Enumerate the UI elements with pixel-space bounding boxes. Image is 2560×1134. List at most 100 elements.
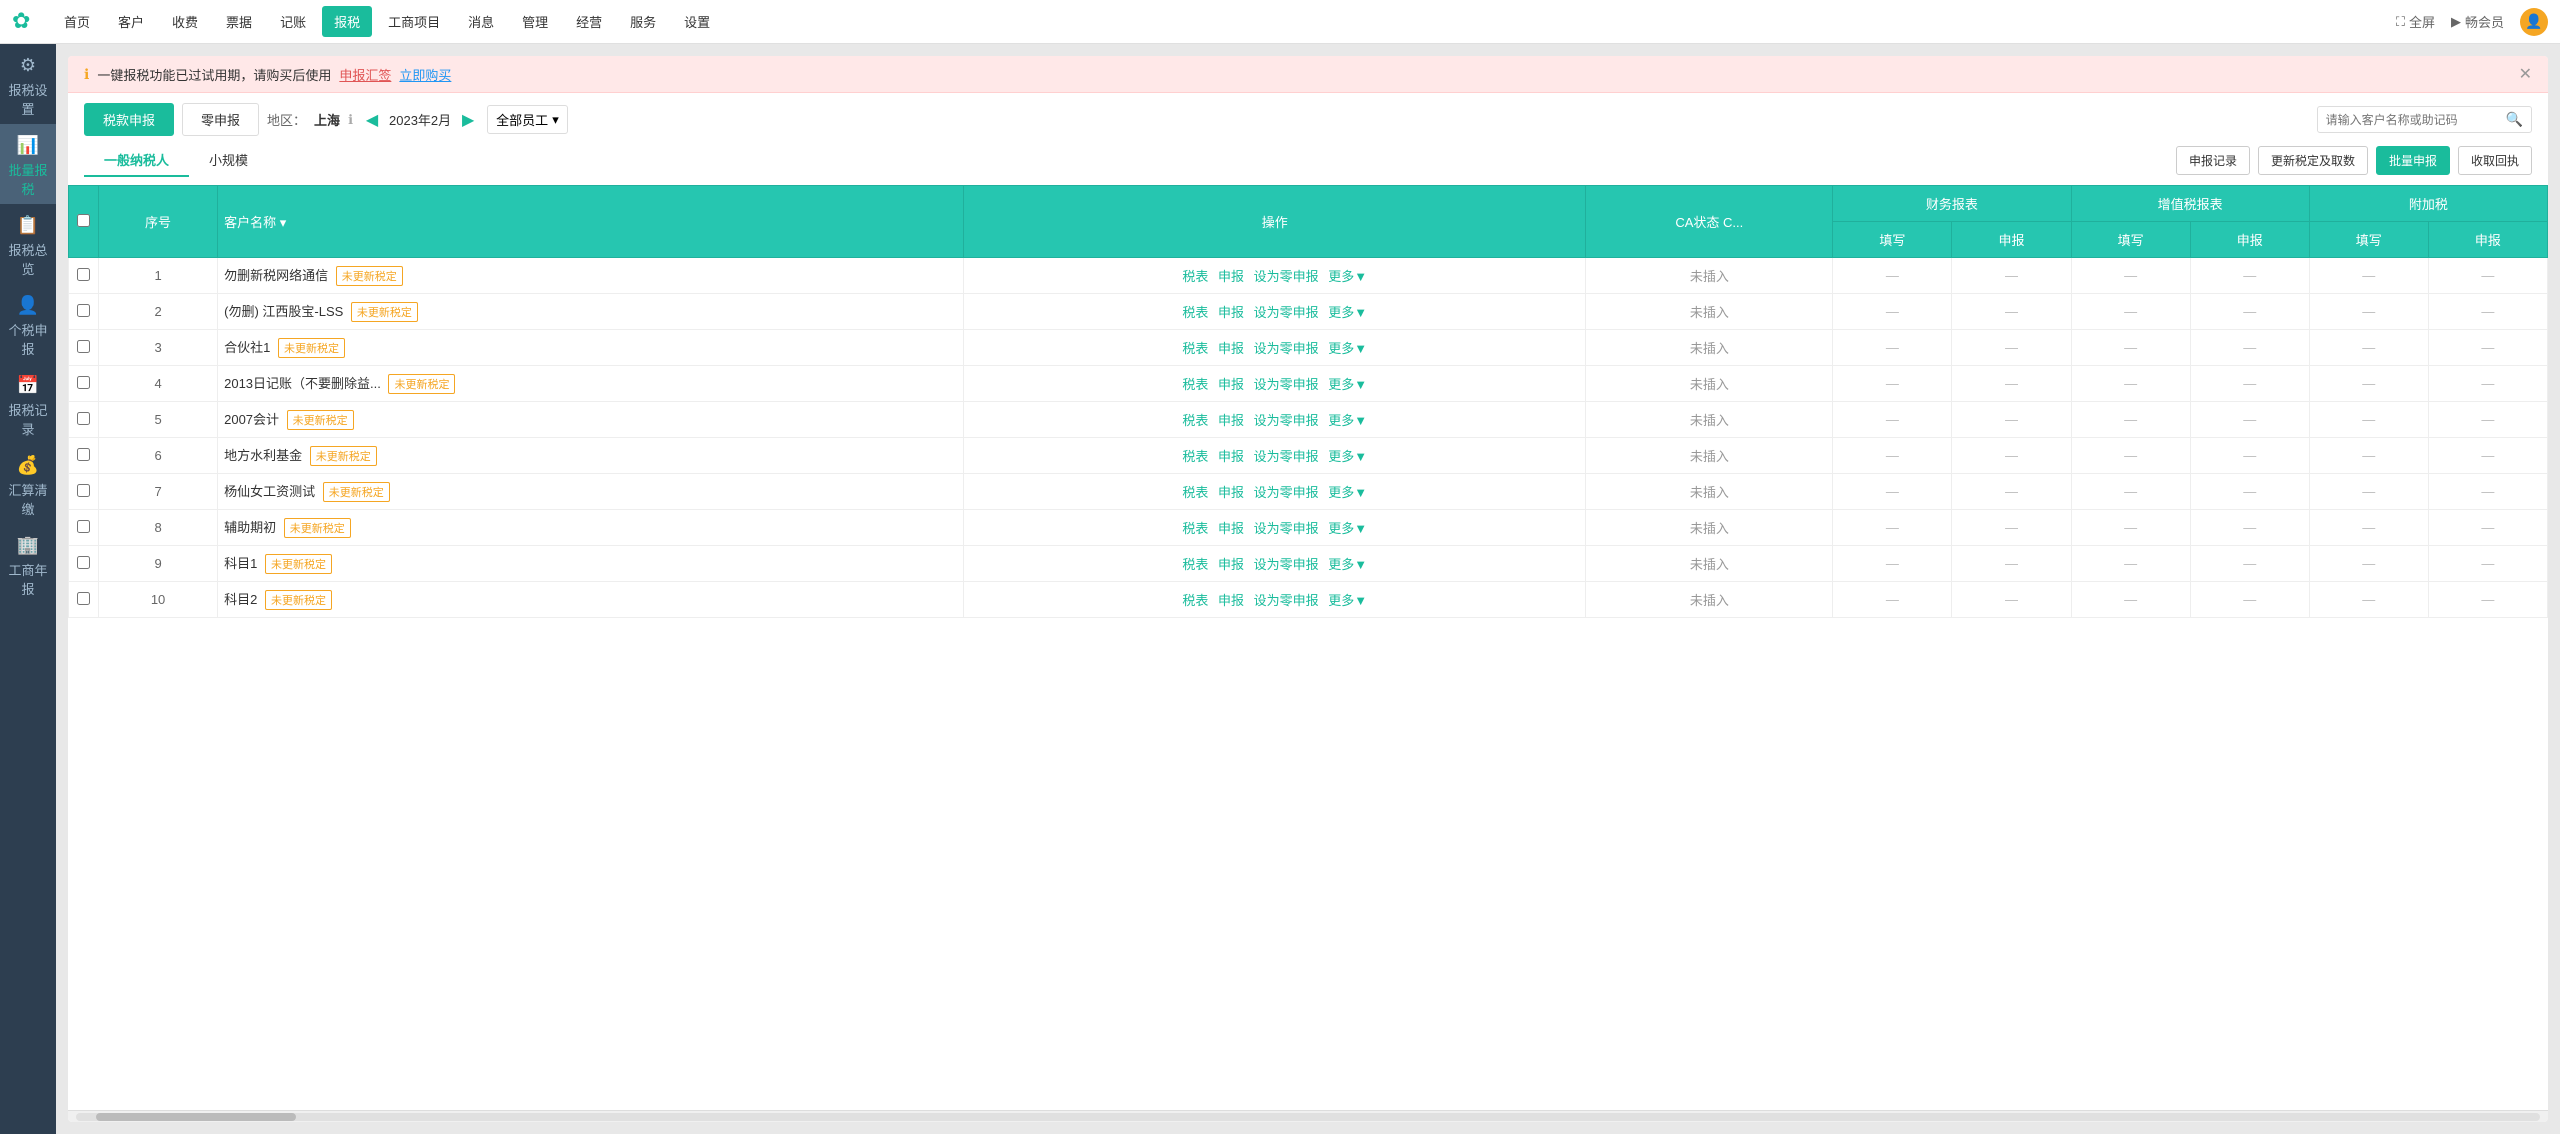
next-month-button[interactable]: ▶ [457,109,479,131]
op-zero-apply[interactable]: 设为零申报 [1254,485,1319,500]
op-apply[interactable]: 申报 [1218,485,1244,500]
nav-message[interactable]: 消息 [456,6,506,37]
op-tax-table[interactable]: 税表 [1182,593,1208,608]
op-tax-table[interactable]: 税表 [1182,413,1208,428]
tab-tax-apply[interactable]: 税款申报 [84,103,174,136]
op-apply[interactable]: 申报 [1218,593,1244,608]
row-checkbox[interactable] [77,376,90,389]
op-zero-apply[interactable]: 设为零申报 [1254,377,1319,392]
search-button[interactable]: 🔍 [2498,107,2531,132]
nav-invoice[interactable]: 票据 [214,6,264,37]
sidebar-item-personal-tax[interactable]: 👤 个税申报 [0,284,56,364]
row-checkbox-cell[interactable] [69,510,99,546]
op-more[interactable]: 更多▼ [1328,557,1367,572]
op-zero-apply[interactable]: 设为零申报 [1254,449,1319,464]
op-apply[interactable]: 申报 [1218,449,1244,464]
op-more[interactable]: 更多▼ [1328,341,1367,356]
sidebar-item-tax-overview[interactable]: 📋 报税总览 [0,204,56,284]
row-checkbox[interactable] [77,484,90,497]
op-apply[interactable]: 申报 [1218,521,1244,536]
subtab-general-taxpayer[interactable]: 一般纳税人 [84,144,189,177]
member-button[interactable]: ▶ 畅会员 [2451,12,2504,31]
op-tax-table[interactable]: 税表 [1182,377,1208,392]
row-checkbox[interactable] [77,268,90,281]
op-more[interactable]: 更多▼ [1328,449,1367,464]
op-zero-apply[interactable]: 设为零申报 [1254,521,1319,536]
op-apply[interactable]: 申报 [1218,305,1244,320]
op-tax-table[interactable]: 税表 [1182,305,1208,320]
subtab-small-scale[interactable]: 小规模 [189,144,268,177]
nav-bookkeeping[interactable]: 记账 [268,6,318,37]
op-more[interactable]: 更多▼ [1328,413,1367,428]
row-checkbox-cell[interactable] [69,258,99,294]
row-checkbox-cell[interactable] [69,438,99,474]
sidebar-item-settlement[interactable]: 💰 汇算清缴 [0,444,56,524]
row-checkbox-cell[interactable] [69,366,99,402]
op-apply[interactable]: 申报 [1218,269,1244,284]
row-checkbox[interactable] [77,304,90,317]
op-zero-apply[interactable]: 设为零申报 [1254,593,1319,608]
tab-zero-apply[interactable]: 零申报 [182,103,259,136]
row-checkbox-cell[interactable] [69,474,99,510]
nav-service[interactable]: 服务 [618,6,668,37]
row-checkbox[interactable] [77,448,90,461]
scrollbar-track[interactable] [76,1113,2540,1121]
prev-month-button[interactable]: ◀ [361,109,383,131]
select-all-checkbox[interactable] [77,214,90,227]
op-more[interactable]: 更多▼ [1328,269,1367,284]
row-checkbox-cell[interactable] [69,546,99,582]
op-more[interactable]: 更多▼ [1328,521,1367,536]
sidebar-item-tax-settings[interactable]: ⚙ 报税设置 [0,44,56,124]
row-checkbox[interactable] [77,592,90,605]
op-zero-apply[interactable]: 设为零申报 [1254,269,1319,284]
th-checkbox[interactable] [69,186,99,258]
department-select[interactable]: 全部员工 ▾ [487,105,568,134]
avatar[interactable]: 👤 [2520,8,2548,36]
op-zero-apply[interactable]: 设为零申报 [1254,557,1319,572]
row-checkbox-cell[interactable] [69,294,99,330]
op-more[interactable]: 更多▼ [1328,593,1367,608]
op-more[interactable]: 更多▼ [1328,377,1367,392]
op-zero-apply[interactable]: 设为零申报 [1254,305,1319,320]
notice-link-apply[interactable]: 申报汇签 [339,65,391,84]
update-rules-button[interactable]: 更新税定及取数 [2258,146,2368,175]
op-more[interactable]: 更多▼ [1328,305,1367,320]
nav-home[interactable]: 首页 [52,6,102,37]
search-input[interactable] [2318,109,2498,131]
batch-apply-button[interactable]: 批量申报 [2376,146,2450,175]
fullscreen-button[interactable]: ⛶ 全屏 [2396,12,2435,31]
op-zero-apply[interactable]: 设为零申报 [1254,341,1319,356]
op-tax-table[interactable]: 税表 [1182,269,1208,284]
row-checkbox-cell[interactable] [69,402,99,438]
row-checkbox[interactable] [77,556,90,569]
op-tax-table[interactable]: 税表 [1182,521,1208,536]
row-checkbox-cell[interactable] [69,330,99,366]
op-zero-apply[interactable]: 设为零申报 [1254,413,1319,428]
nav-settings[interactable]: 设置 [672,6,722,37]
scrollbar-thumb[interactable] [96,1113,296,1121]
sidebar-item-batch-tax[interactable]: 📊 批量报税 [0,124,56,204]
row-checkbox[interactable] [77,520,90,533]
notice-close-button[interactable]: ✕ [2519,64,2532,84]
nav-tax[interactable]: 报税 [322,6,372,37]
op-tax-table[interactable]: 税表 [1182,485,1208,500]
nav-manage[interactable]: 管理 [510,6,560,37]
take-back-button[interactable]: 收取回执 [2458,146,2532,175]
row-checkbox[interactable] [77,340,90,353]
row-checkbox[interactable] [77,412,90,425]
sidebar-item-tax-record[interactable]: 📅 报税记录 [0,364,56,444]
sidebar-item-annual-report[interactable]: 🏢 工商年报 [0,524,56,604]
notice-link-buy[interactable]: 立即购买 [399,65,451,84]
op-apply[interactable]: 申报 [1218,377,1244,392]
row-checkbox-cell[interactable] [69,582,99,618]
op-tax-table[interactable]: 税表 [1182,449,1208,464]
op-more[interactable]: 更多▼ [1328,485,1367,500]
apply-record-button[interactable]: 申报记录 [2176,146,2250,175]
op-apply[interactable]: 申报 [1218,341,1244,356]
nav-operation[interactable]: 经营 [564,6,614,37]
nav-client[interactable]: 客户 [106,6,156,37]
op-tax-table[interactable]: 税表 [1182,341,1208,356]
op-apply[interactable]: 申报 [1218,413,1244,428]
horizontal-scrollbar[interactable] [68,1110,2548,1122]
nav-business[interactable]: 工商项目 [376,6,452,37]
